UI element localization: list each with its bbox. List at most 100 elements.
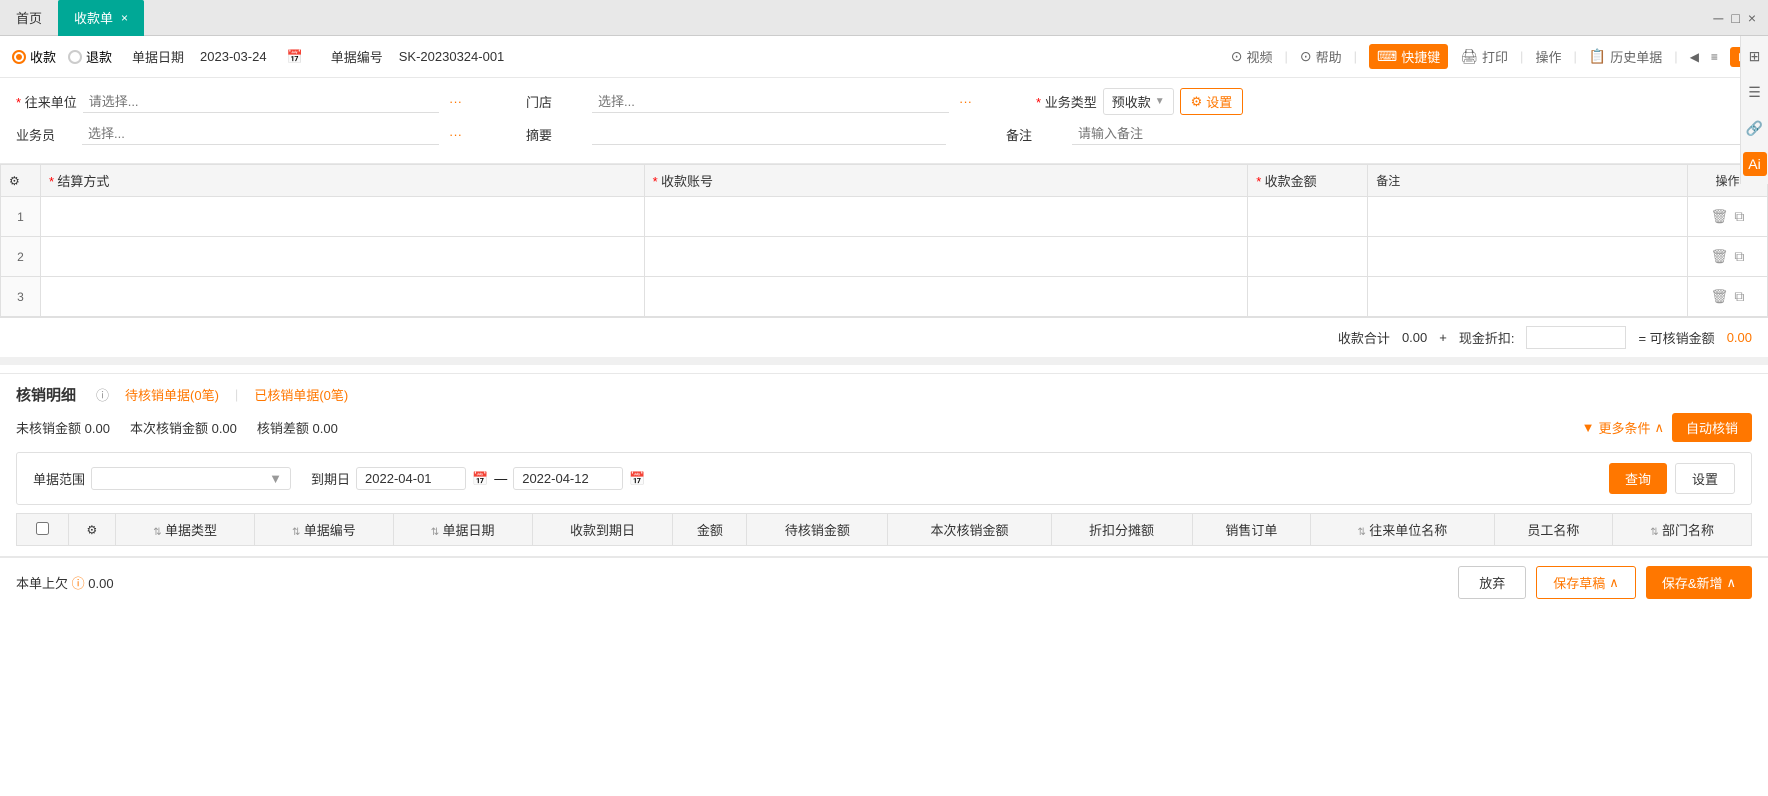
form-setting-btn[interactable]: ⚙ 设置 (1180, 88, 1244, 115)
col-discount: 折扣分摊额 (1051, 514, 1192, 546)
layout-list-btn[interactable]: ≡ (1711, 50, 1718, 64)
gear-icon: ⚙ (1191, 94, 1203, 110)
print-label: 打印 (1482, 47, 1508, 66)
auto-verify-btn[interactable]: 自动核销 (1672, 413, 1752, 442)
save-draft-btn[interactable]: 保存草稿 ∧ (1536, 566, 1636, 599)
radio-receipt-label: 收款 (30, 47, 56, 66)
shortcut-btn[interactable]: ⌨ 快捷键 (1369, 44, 1448, 69)
copy-icon-2[interactable]: ⧉ (1734, 248, 1744, 265)
info-icon2[interactable]: ⓘ (72, 576, 85, 591)
abandon-btn[interactable]: 放弃 (1458, 566, 1526, 599)
receipt-table-area: ⚙ * 结算方式 * 收款账号 * 收款金额 备注 操作 (0, 164, 1768, 317)
filter-icon: ▼ (1582, 420, 1595, 435)
operate-label: 操作 (1535, 47, 1561, 66)
date-to-input[interactable] (513, 467, 623, 490)
amount-cell-3[interactable] (1248, 277, 1368, 317)
biz-type-value: 预收款 (1112, 92, 1151, 111)
sep4: | (1573, 49, 1576, 64)
partner-input[interactable] (83, 91, 439, 113)
discount-input[interactable] (1526, 326, 1626, 349)
query-btn[interactable]: 查询 (1609, 463, 1667, 494)
select-all-checkbox[interactable] (36, 522, 49, 535)
staff-more-btn[interactable]: ··· (445, 127, 466, 142)
video-btn[interactable]: ⊙ 视频 (1231, 47, 1273, 66)
calendar-icon[interactable]: 📅 (287, 49, 303, 65)
col-dept-name: ⇅ 部门名称 (1613, 514, 1752, 546)
tab-home[interactable]: 首页 (0, 0, 58, 36)
sidebar-icon-link[interactable]: 🔗 (1743, 116, 1767, 140)
doc-range-select[interactable]: ▼ (91, 467, 291, 490)
sidebar-icon-ai[interactable]: Ai (1743, 152, 1767, 176)
filter-row: 单据范围 ▼ 到期日 📅 — 📅 查询 设置 (16, 452, 1752, 505)
tab-receipt[interactable]: 收款单 × (58, 0, 144, 36)
delete-icon-1[interactable]: 🗑 (1711, 208, 1729, 225)
copy-icon-3[interactable]: ⧉ (1734, 288, 1744, 305)
table-settings-header[interactable]: ⚙ (1, 165, 41, 197)
delete-icon-2[interactable]: 🗑 (1711, 248, 1729, 265)
notes-label: 备注 (1006, 125, 1066, 144)
bottom-bar: 本单上欠 ⓘ 0.00 放弃 保存草稿 ∧ 保存&新增 ∧ (0, 556, 1768, 607)
sep2: | (1354, 49, 1357, 64)
partner-more-btn[interactable]: ··· (445, 94, 466, 109)
notes-cell-3[interactable] (1368, 277, 1688, 317)
doc-meta: 单据日期 2023-03-24 📅 单据编号 SK-20230324-001 (132, 47, 504, 66)
radio-return[interactable]: 退款 (68, 47, 112, 66)
sidebar-icon-grid[interactable]: ⊞ (1743, 44, 1767, 68)
more-filters-btn[interactable]: ▼ 更多条件 ∧ (1582, 418, 1664, 437)
date-from-input[interactable] (356, 467, 466, 490)
store-input[interactable] (592, 91, 949, 113)
pending-tab[interactable]: 待核销单据(0笔) (125, 385, 219, 404)
print-btn[interactable]: 🖨 打印 (1460, 47, 1508, 66)
summary-input[interactable] (592, 123, 946, 145)
sidebar-icon-list[interactable]: ☰ (1743, 80, 1767, 104)
summary-field: 摘要 (526, 123, 946, 145)
settle-method-cell-1[interactable] (41, 197, 645, 237)
operate-btn[interactable]: 操作 (1535, 47, 1561, 66)
amount-cell-1[interactable] (1248, 197, 1368, 237)
tab-close-icon[interactable]: × (121, 11, 128, 25)
video-label: 视频 (1246, 47, 1272, 66)
amount-cell-2[interactable] (1248, 237, 1368, 277)
shortcut-icon: ⌨ (1377, 48, 1397, 65)
bottom-info: 本单上欠 ⓘ 0.00 (16, 573, 114, 592)
help-icon: ⊙ (1300, 48, 1312, 65)
layout-prev-btn[interactable]: ◀ (1690, 50, 1699, 64)
save-new-btn[interactable]: 保存&新增 ∧ (1646, 566, 1752, 599)
verify-header: 核销明细 ⓘ 待核销单据(0笔) | 已核销单据(0笔) (16, 384, 1752, 405)
plus-sign: + (1439, 330, 1447, 345)
calendar-to-icon[interactable]: 📅 (629, 471, 645, 487)
account-no-cell-2[interactable] (644, 237, 1248, 277)
settle-method-cell-2[interactable] (41, 237, 645, 277)
notes-cell-1[interactable] (1368, 197, 1688, 237)
col-pending-amount: 待核销金额 (747, 514, 888, 546)
staff-input[interactable] (82, 123, 439, 145)
col-settle-method: * 结算方式 (41, 165, 645, 197)
account-no-cell-1[interactable] (644, 197, 1248, 237)
settle-method-cell-3[interactable] (41, 277, 645, 317)
radio-receipt[interactable]: 收款 (12, 47, 56, 66)
history-btn[interactable]: 📋 历史单据 (1589, 47, 1662, 66)
doc-date-value: 2023-03-24 (200, 49, 267, 64)
history-label: 历史单据 (1610, 47, 1662, 66)
table-row: 2 🗑 ⧉ (1, 237, 1768, 277)
calendar-from-icon[interactable]: 📅 (472, 471, 488, 487)
window-minimize-btn[interactable]: ─ (1713, 10, 1723, 26)
col-table-settings[interactable]: ⚙ (68, 514, 116, 546)
col-notes: 备注 (1368, 165, 1688, 197)
filter-settings-btn[interactable]: 设置 (1675, 463, 1735, 494)
delete-icon-3[interactable]: 🗑 (1711, 288, 1729, 305)
account-no-cell-3[interactable] (644, 277, 1248, 317)
current-value: 0.00 (212, 421, 237, 436)
doc-no-value: SK-20230324-001 (399, 49, 505, 64)
notes-input[interactable] (1072, 123, 1752, 145)
notes-cell-2[interactable] (1368, 237, 1688, 277)
window-maximize-btn[interactable]: □ (1731, 10, 1739, 26)
col-due-date: 收款到期日 (532, 514, 673, 546)
verify-info-icon[interactable]: ⓘ (96, 385, 109, 404)
store-more-btn[interactable]: ··· (955, 94, 976, 109)
done-tab[interactable]: 已核销单据(0笔) (254, 385, 348, 404)
biz-type-select[interactable]: 预收款 ▼ (1103, 88, 1174, 115)
window-close-btn[interactable]: × (1748, 10, 1756, 26)
copy-icon-1[interactable]: ⧉ (1734, 208, 1744, 225)
help-btn[interactable]: ⊙ 帮助 (1300, 47, 1342, 66)
